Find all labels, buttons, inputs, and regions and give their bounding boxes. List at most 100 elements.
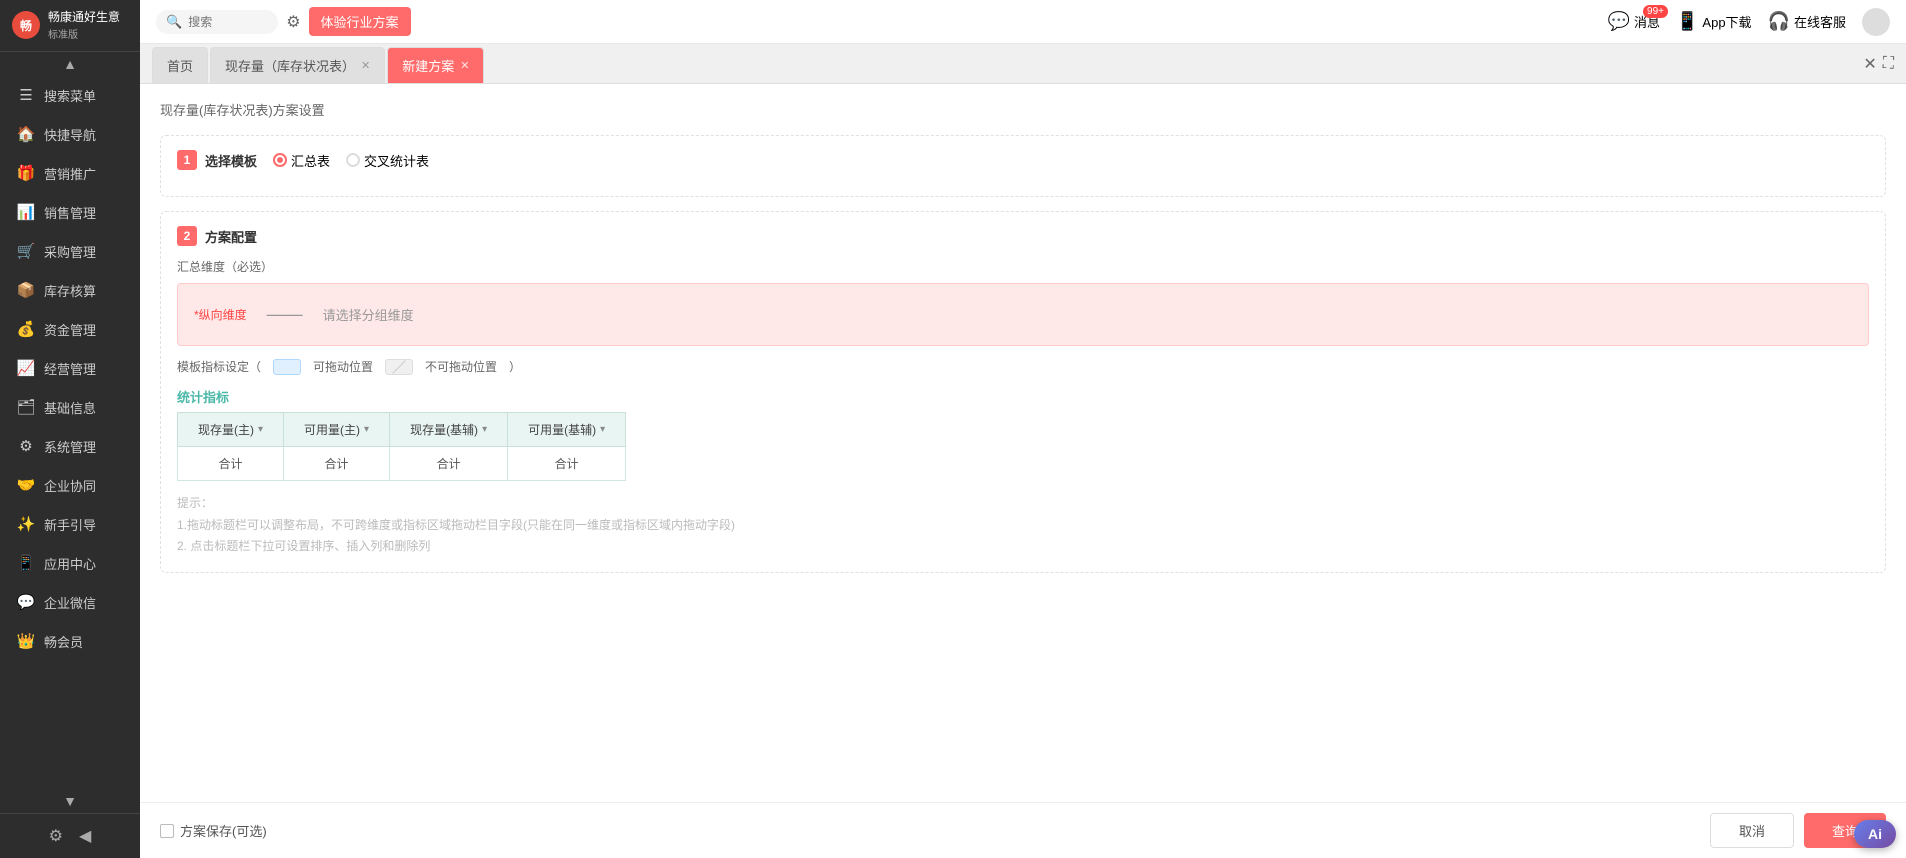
- sidebar-item-finance[interactable]: 💰 资金管理: [0, 310, 140, 349]
- tab-home[interactable]: 首页: [152, 47, 208, 83]
- topbar-right: 💬 99+ 消息 📱 App下载 🎧 在线客服: [1608, 8, 1890, 36]
- sidebar-item-inventory-label: 库存核算: [44, 281, 96, 300]
- message-btn[interactable]: 💬 99+ 消息: [1608, 11, 1660, 32]
- handshake-icon: 🤝: [16, 476, 36, 494]
- sidebar-item-sales[interactable]: 📊 销售管理: [0, 193, 140, 232]
- home-icon: 🏠: [16, 125, 36, 143]
- col-current-main[interactable]: 现存量(主) ▾: [178, 413, 284, 447]
- tabbar: 首页 现存量（库存状况表） ✕ 新建方案 ✕ ✕ ⛶: [140, 44, 1906, 84]
- tabbar-right-btns: ✕ ⛶: [1863, 54, 1894, 74]
- sidebar-item-basic-info-label: 基础信息: [44, 398, 96, 417]
- col-available-main-arrow[interactable]: ▾: [364, 424, 369, 435]
- topbar: 🔍 ⚙ 体验行业方案 💬 99+ 消息 📱 App下载 🎧 在线客服: [140, 0, 1906, 44]
- wechat-icon: 💬: [16, 593, 36, 611]
- sidebar-item-inventory[interactable]: 📦 库存核算: [0, 271, 140, 310]
- dim-required-label: *纵向维度: [194, 306, 247, 323]
- sidebar-logo: 畅 畅康通好生意 标准版: [0, 0, 140, 52]
- settings-gear-btn[interactable]: ⚙: [286, 12, 300, 32]
- sidebar-item-search[interactable]: ☰ 搜索菜单: [0, 76, 140, 115]
- online-service-btn[interactable]: 🎧 在线客服: [1768, 11, 1846, 32]
- sidebar-scroll-down[interactable]: ▼: [0, 789, 140, 813]
- system-icon: ⚙: [16, 437, 36, 455]
- tab-new-scheme-label: 新建方案: [402, 56, 454, 75]
- footer: 方案保存(可选) 取消 查询: [140, 802, 1906, 858]
- col-available-aux[interactable]: 可用量(基辅) ▾: [508, 413, 626, 447]
- sidebar-item-finance-label: 资金管理: [44, 320, 96, 339]
- sidebar-items-list: ☰ 搜索菜单 🏠 快捷导航 🎁 营销推广 📊 销售管理 🛒 采购管理 📦 库存核…: [0, 76, 140, 789]
- col-current-aux-arrow[interactable]: ▾: [482, 424, 487, 435]
- tab-inventory-status-close[interactable]: ✕: [361, 59, 370, 72]
- trial-btn[interactable]: 体验行业方案: [309, 7, 411, 36]
- tab-expand-btn[interactable]: ⛶: [1883, 54, 1894, 74]
- chart-icon: 📈: [16, 359, 36, 377]
- cancel-button[interactable]: 取消: [1710, 813, 1794, 848]
- col-current-aux[interactable]: 现存量(基辅) ▾: [390, 413, 508, 447]
- topbar-left: 🔍 ⚙ 体验行业方案: [156, 7, 411, 36]
- sidebar-item-marketing[interactable]: 🎁 营销推广: [0, 154, 140, 193]
- tab-inventory-status[interactable]: 现存量（库存状况表） ✕: [210, 47, 385, 83]
- settings-btn[interactable]: ⚙: [45, 822, 67, 850]
- sidebar: 畅 畅康通好生意 标准版 ▲ ☰ 搜索菜单 🏠 快捷导航 🎁 营销推广 📊 销售…: [0, 0, 140, 858]
- download-icon: 📱: [1676, 11, 1698, 32]
- tab-new-scheme-close[interactable]: ✕: [460, 59, 469, 72]
- step2-badge: 2: [177, 226, 197, 246]
- mobile-icon: 📱: [16, 554, 36, 572]
- sidebar-item-guide[interactable]: ✨ 新手引导: [0, 505, 140, 544]
- sidebar-item-wechat[interactable]: 💬 企业微信: [0, 583, 140, 622]
- search-input[interactable]: [188, 15, 268, 29]
- tip-item-1: 1.拖动标题栏可以调整布局，不可跨维度或指标区域拖动栏目字段(只能在同一维度或指…: [177, 515, 1869, 537]
- col-current-aux-summary: 合计: [390, 447, 508, 481]
- tab-close-btn[interactable]: ✕: [1863, 54, 1876, 74]
- sidebar-item-quick-nav[interactable]: 🏠 快捷导航: [0, 115, 140, 154]
- step1-badge: 1: [177, 150, 197, 170]
- save-checkbox[interactable]: [160, 824, 174, 838]
- folder-icon: 🗂: [16, 398, 36, 416]
- sidebar-item-enterprise[interactable]: 🤝 企业协同: [0, 466, 140, 505]
- sidebar-item-basic-info[interactable]: 🗂 基础信息: [0, 388, 140, 427]
- sidebar-item-purchase[interactable]: 🛒 采购管理: [0, 232, 140, 271]
- topbar-search-box[interactable]: 🔍: [156, 10, 278, 34]
- sidebar-item-operation[interactable]: 📈 经营管理: [0, 349, 140, 388]
- radio-cross-dot: [346, 153, 360, 167]
- non-draggable-label: 不可拖动位置: [425, 358, 497, 375]
- save-checkbox-area[interactable]: 方案保存(可选): [160, 821, 267, 840]
- sidebar-item-member[interactable]: 👑 畅会员: [0, 622, 140, 661]
- sidebar-item-app-center-label: 应用中心: [44, 554, 96, 573]
- user-avatar[interactable]: [1862, 8, 1890, 36]
- sidebar-item-system[interactable]: ⚙ 系统管理: [0, 427, 140, 466]
- app-download-btn[interactable]: 📱 App下载: [1676, 11, 1752, 32]
- col-current-main-label: 现存量(主): [198, 421, 254, 438]
- collapse-btn[interactable]: ◀: [75, 822, 95, 850]
- indicator-suffix: ）: [509, 358, 521, 375]
- ai-badge[interactable]: Ai: [1854, 820, 1896, 848]
- gift-icon: 🎁: [16, 164, 36, 182]
- radio-cross[interactable]: 交叉统计表: [346, 151, 429, 170]
- online-service-label: 在线客服: [1794, 12, 1846, 31]
- radio-summary-dot: [273, 153, 287, 167]
- sidebar-item-app-center[interactable]: 📱 应用中心: [0, 544, 140, 583]
- content-area: 现存量(库存状况表)方案设置 1 选择模板 汇总表 交叉统计表: [140, 84, 1906, 802]
- tab-new-scheme[interactable]: 新建方案 ✕: [387, 47, 484, 83]
- sidebar-item-operation-label: 经营管理: [44, 359, 96, 378]
- sidebar-scroll-up[interactable]: ▲: [0, 52, 140, 76]
- col-available-main-summary: 合计: [284, 447, 390, 481]
- tab-inventory-status-label: 现存量（库存状况表）: [225, 56, 355, 75]
- search-icon: 🔍: [166, 14, 182, 30]
- sidebar-item-system-label: 系统管理: [44, 437, 96, 456]
- sidebar-item-purchase-label: 采购管理: [44, 242, 96, 261]
- main-area: 🔍 ⚙ 体验行业方案 💬 99+ 消息 📱 App下载 🎧 在线客服: [140, 0, 1906, 858]
- col-available-aux-summary: 合计: [508, 447, 626, 481]
- sidebar-item-quick-nav-label: 快捷导航: [44, 125, 96, 144]
- col-available-main[interactable]: 可用量(主) ▾: [284, 413, 390, 447]
- table-row: 合计 合计 合计 合计: [178, 447, 626, 481]
- step2-section: 2 方案配置 汇总维度（必选） *纵向维度 —— 请选择分组维度 模板指标设定（…: [160, 211, 1886, 573]
- dimension-config-area[interactable]: *纵向维度 —— 请选择分组维度: [177, 283, 1869, 346]
- non-draggable-indicator-box: [385, 359, 413, 375]
- logo-icon: 畅: [12, 11, 40, 39]
- col-available-aux-arrow[interactable]: ▾: [600, 424, 605, 435]
- stats-table: 现存量(主) ▾ 可用量(主) ▾ 现存量(基辅: [177, 412, 626, 481]
- radio-summary[interactable]: 汇总表: [273, 151, 330, 170]
- col-current-main-arrow[interactable]: ▾: [258, 424, 263, 435]
- sidebar-item-guide-label: 新手引导: [44, 515, 96, 534]
- tab-home-label: 首页: [167, 56, 193, 75]
